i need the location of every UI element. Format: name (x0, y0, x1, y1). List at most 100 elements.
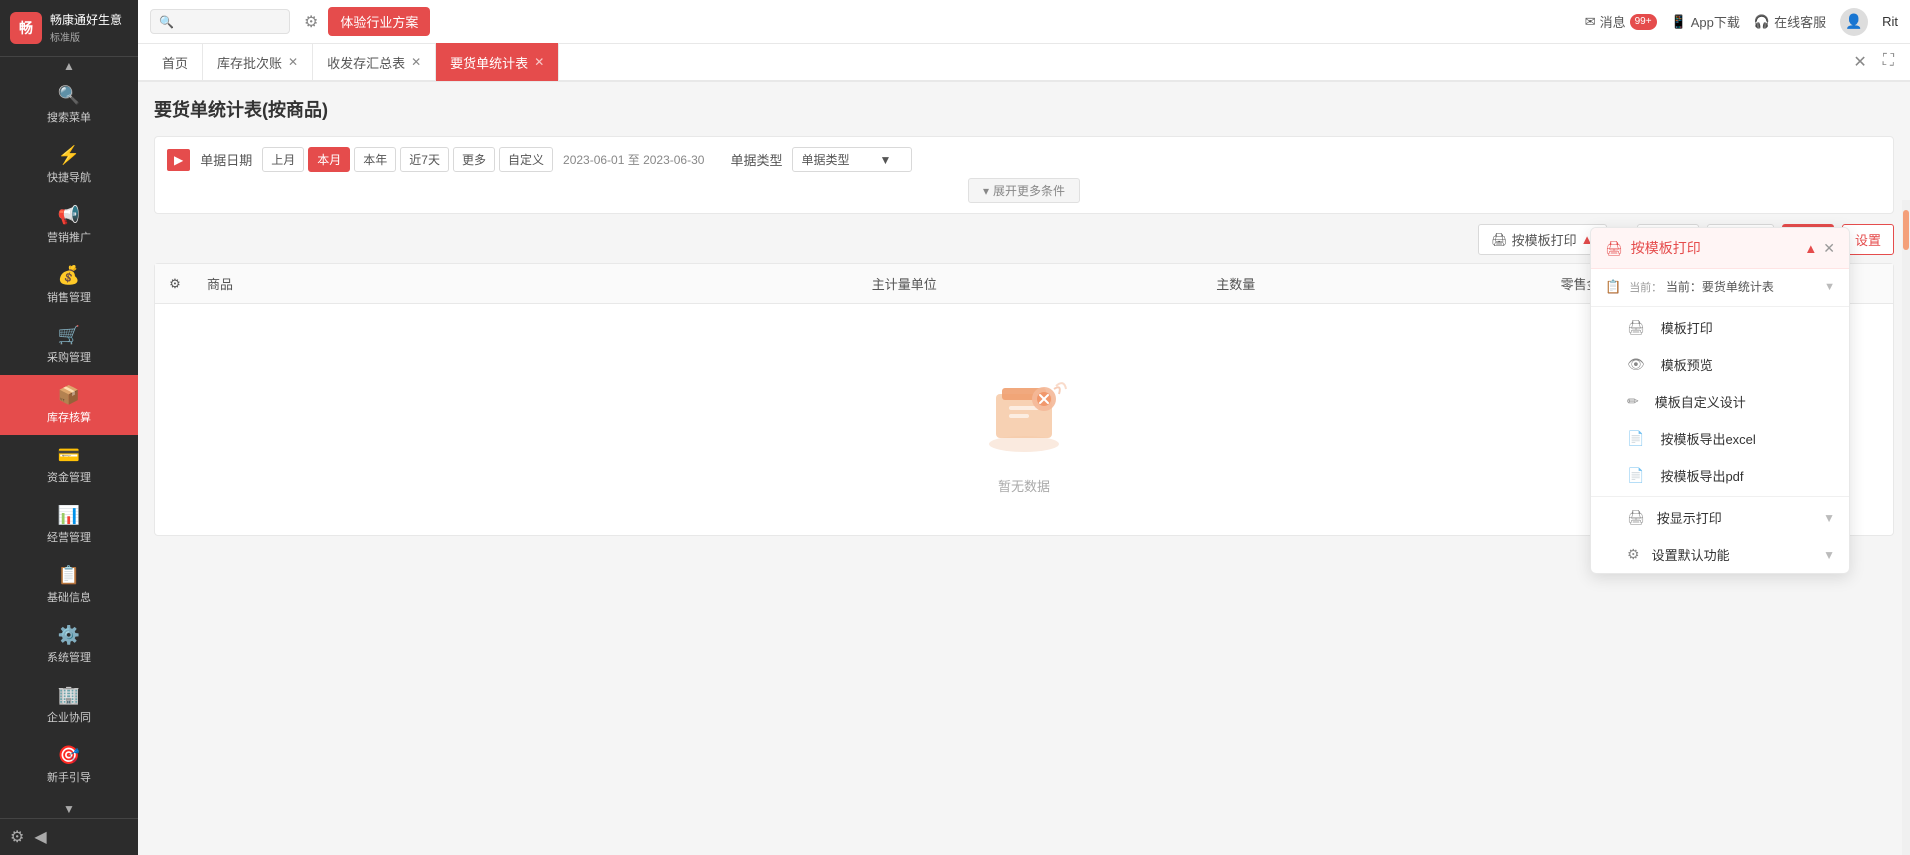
sidebar-item-inventory[interactable]: 📦 库存核算 (0, 375, 138, 435)
date-btn-custom[interactable]: 自定义 (499, 147, 553, 172)
tab-order-stats[interactable]: 要货单统计表 ✕ (436, 43, 559, 81)
guide-icon: 🎯 (58, 745, 80, 766)
settings-bottom-icon[interactable]: ⚙ (10, 827, 24, 847)
set-default-arrow-icon: ▼ (1823, 548, 1835, 562)
dropdown-header-left: 🖨 按模板打印 (1605, 238, 1701, 258)
tab-close-receipt-summary[interactable]: ✕ (411, 55, 421, 69)
filter-more-row: ▾ 展开更多条件 (167, 172, 1881, 203)
type-filter-select[interactable]: 单据类型 ▼ (792, 147, 912, 172)
sidebar-item-marketing[interactable]: 📢 营销推广 (0, 195, 138, 255)
app-download-button[interactable]: 📱 App下载 (1671, 12, 1740, 31)
dropdown-divider-2 (1591, 496, 1849, 497)
type-filter-label: 单据类型 (730, 150, 782, 169)
display-print-arrow-icon: ▼ (1823, 511, 1835, 525)
template-print-icon: 🖨 (1627, 319, 1645, 336)
tab-inventory-batch[interactable]: 库存批次账 ✕ (203, 43, 313, 81)
dropdown-item-template-print[interactable]: 🖨 模板打印 (1591, 309, 1849, 346)
dropdown-title: 按模板打印 (1631, 238, 1701, 258)
set-default-left: ⚙ 设置默认功能 (1627, 545, 1730, 564)
sidebar-nav: 🔍 搜索菜单 ⚡ 快捷导航 📢 营销推广 💰 销售管理 🛒 采购管理 📦 库存核… (0, 75, 138, 800)
service-icon: 🎧 (1754, 14, 1770, 30)
base-info-icon: 📋 (58, 565, 80, 586)
expand-more-button[interactable]: ▾ 展开更多条件 (968, 178, 1080, 203)
filter-toggle-button[interactable]: ▶ (167, 149, 190, 171)
tab-close-inventory-batch[interactable]: ✕ (288, 55, 298, 69)
tab-home[interactable]: 首页 (148, 43, 203, 81)
date-range-group: 上月 本月 本年 近7天 更多 自定义 (262, 147, 553, 172)
inventory-icon: 📦 (58, 385, 80, 406)
close-all-tabs-button[interactable]: ✕ (1847, 50, 1872, 74)
sidebar-item-quick-nav[interactable]: ⚡ 快捷导航 (0, 135, 138, 195)
topbar: 🔍 ⚙ 体验行业方案 ✉ 消息 99+ 📱 App下载 🎧 在线客服 👤 (138, 0, 1910, 44)
date-btn-this-month[interactable]: 本月 (308, 147, 350, 172)
search-icon: 🔍 (58, 85, 80, 106)
messages-button[interactable]: ✉ 消息 99+ (1585, 12, 1657, 31)
printer-icon: 🖨 (1491, 232, 1508, 248)
date-btn-7days[interactable]: 近7天 (400, 147, 449, 172)
sidebar-item-system[interactable]: ⚙️ 系统管理 (0, 615, 138, 675)
date-btn-more[interactable]: 更多 (453, 147, 495, 172)
sidebar-bottom: ⚙ ◀ (0, 818, 138, 855)
expand-icon: ▾ (983, 184, 989, 198)
sidebar-item-search[interactable]: 🔍 搜索菜单 (0, 75, 138, 135)
tab-close-order-stats[interactable]: ✕ (534, 55, 544, 69)
print-template-button[interactable]: 🖨 按模板打印 ▲ (1478, 224, 1606, 255)
tabbar: 首页 库存批次账 ✕ 收发存汇总表 ✕ 要货单统计表 ✕ ✕ ⛶ (138, 44, 1910, 82)
tab-receipt-summary[interactable]: 收发存汇总表 ✕ (313, 43, 436, 81)
dropdown-item-export-excel[interactable]: 📄 按模板导出excel (1591, 420, 1849, 457)
template-preview-icon: 👁 (1627, 356, 1645, 373)
current-info: 当前： 当前：要货单统计表 ▼ (1629, 278, 1835, 295)
page-title: 要货单统计表(按商品) (154, 96, 1894, 122)
user-name[interactable]: Rit (1882, 14, 1898, 29)
dropdown-item-template-preview[interactable]: 👁 模板预览 (1591, 346, 1849, 383)
content-area: 要货单统计表(按商品) ▶ 单据日期 上月 本月 本年 近7天 更多 自定义 2… (138, 82, 1910, 855)
sidebar-item-operation[interactable]: 📊 经营管理 (0, 495, 138, 555)
print-area: 🖨 按模板打印 ▲ (1478, 224, 1606, 255)
current-template-text: 当前： 当前：要货单统计表 (1629, 278, 1774, 295)
export-pdf-icon: 📄 (1627, 467, 1644, 484)
industry-solution-button[interactable]: 体验行业方案 (328, 7, 430, 36)
sales-icon: 💰 (58, 265, 80, 286)
date-btn-this-year[interactable]: 本年 (354, 147, 396, 172)
empty-text: 暂无数据 (998, 476, 1050, 495)
download-icon: 📱 (1671, 14, 1687, 30)
sidebar-scroll-down[interactable]: ▼ (0, 800, 138, 818)
collapse-icon[interactable]: ◀ (34, 827, 46, 847)
print-dropdown: 🖨 按模板打印 ▲ ✕ 📋 当前： 当前：要货单统计表 (1590, 227, 1850, 574)
dropdown-header: 🖨 按模板打印 ▲ ✕ (1591, 228, 1849, 269)
dropdown-current-template[interactable]: 📋 当前： 当前：要货单统计表 ▼ (1591, 269, 1849, 304)
chevron-down-icon: ▼ (879, 153, 891, 167)
sidebar-item-base-info[interactable]: 📋 基础信息 (0, 555, 138, 615)
topbar-search[interactable]: 🔍 (150, 9, 290, 34)
date-btn-last-month[interactable]: 上月 (262, 147, 304, 172)
sidebar-item-finance[interactable]: 💳 资金管理 (0, 435, 138, 495)
settings-col-icon[interactable]: ⚙ (169, 276, 181, 291)
sidebar-item-sales[interactable]: 💰 销售管理 (0, 255, 138, 315)
right-scrollbar[interactable] (1902, 200, 1910, 855)
sidebar-item-enterprise[interactable]: 🏢 企业协同 (0, 675, 138, 735)
user-avatar[interactable]: 👤 (1840, 8, 1868, 36)
maximize-button[interactable]: ⛶ (1877, 50, 1900, 74)
sidebar-item-purchase[interactable]: 🛒 采购管理 (0, 315, 138, 375)
dropdown-item-display-print[interactable]: 🖨 按显示打印 ▼ (1591, 499, 1849, 536)
system-icon: ⚙️ (58, 625, 80, 646)
finance-icon: 💳 (58, 445, 80, 466)
display-print-icon: 🖨 (1627, 509, 1645, 526)
online-service-button[interactable]: 🎧 在线客服 (1754, 12, 1826, 31)
filter-row: ▶ 单据日期 上月 本月 本年 近7天 更多 自定义 2023-06-01 至 … (167, 147, 1881, 172)
dropdown-chevron-up-icon: ▲ (1804, 241, 1817, 256)
sidebar-item-guide[interactable]: 🎯 新手引导 (0, 735, 138, 795)
current-template-icon: 📋 (1605, 279, 1621, 295)
dropdown-item-set-default[interactable]: ⚙ 设置默认功能 ▼ (1591, 536, 1849, 573)
topbar-gear-icon[interactable]: ⚙ (304, 12, 318, 32)
dropdown-item-export-pdf[interactable]: 📄 按模板导出pdf (1591, 457, 1849, 494)
dropdown-close-button[interactable]: ✕ (1823, 240, 1835, 257)
dropdown-item-template-design[interactable]: ✏ 模板自定义设计 (1591, 383, 1849, 420)
operation-icon: 📊 (58, 505, 80, 526)
topbar-actions: ✉ 消息 99+ 📱 App下载 🎧 在线客服 👤 Rit (1585, 8, 1898, 36)
main-area: 🔍 ⚙ 体验行业方案 ✉ 消息 99+ 📱 App下载 🎧 在线客服 👤 (138, 0, 1910, 855)
dropdown-printer-icon: 🖨 (1605, 240, 1623, 257)
sidebar-scroll-up[interactable]: ▲ (0, 57, 138, 75)
th-unit: 主计量单位 (860, 274, 1204, 293)
filter-bar: ▶ 单据日期 上月 本月 本年 近7天 更多 自定义 2023-06-01 至 … (154, 136, 1894, 214)
